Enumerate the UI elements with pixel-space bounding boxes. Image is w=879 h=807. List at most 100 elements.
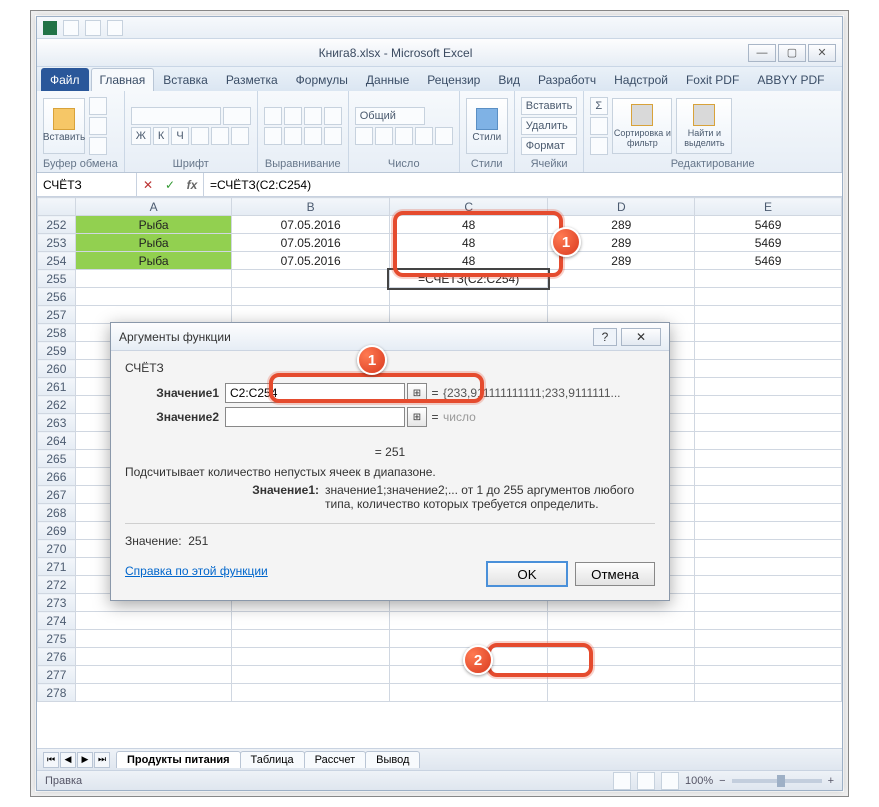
col-header-b[interactable]: B xyxy=(232,198,389,216)
cells-insert[interactable]: Вставить xyxy=(521,97,578,115)
formula-enter[interactable]: ✓ xyxy=(159,174,181,196)
qat-save[interactable] xyxy=(63,20,79,36)
active-cell[interactable]: =СЧЁТЗ(C2:C254) xyxy=(389,270,548,288)
tab-addins[interactable]: Надстрой xyxy=(605,68,677,91)
dialog-help-button[interactable]: ? xyxy=(593,328,617,346)
col-header-d[interactable]: D xyxy=(548,198,695,216)
ribbon-group-styles: Стили Стили xyxy=(460,91,515,172)
sort-filter[interactable]: Сортировка и фильтр xyxy=(612,98,672,154)
align-left[interactable] xyxy=(264,127,282,145)
copy-button[interactable] xyxy=(89,117,107,135)
dialog-titlebar[interactable]: Аргументы функции ? ✕ xyxy=(111,323,669,351)
sheet-tab-2[interactable]: Рассчет xyxy=(304,751,367,768)
align-top[interactable] xyxy=(264,107,282,125)
tab-formulas[interactable]: Формулы xyxy=(287,68,357,91)
cells-format[interactable]: Формат xyxy=(521,137,578,155)
minimize-button[interactable]: — xyxy=(748,44,776,62)
dialog-result-value: 251 xyxy=(188,534,208,548)
dec-decimal[interactable] xyxy=(435,127,453,145)
paste-button[interactable]: Вставить xyxy=(43,98,85,154)
sheet-tab-1[interactable]: Таблица xyxy=(240,751,305,768)
zoom-in[interactable]: + xyxy=(828,775,834,787)
tab-data[interactable]: Данные xyxy=(357,68,418,91)
sheet-nav-prev[interactable]: ◀ xyxy=(60,752,76,768)
cells-delete[interactable]: Удалить xyxy=(521,117,578,135)
formula-cancel[interactable]: ✕ xyxy=(137,174,159,196)
fill-color[interactable] xyxy=(211,127,229,145)
qat-undo[interactable] xyxy=(85,20,101,36)
close-button[interactable]: ✕ xyxy=(808,44,836,62)
arg1-row: Значение1 ⊞ = {233,911111111111;233,9111… xyxy=(125,383,655,403)
tab-foxit[interactable]: Foxit PDF xyxy=(677,68,748,91)
arg2-input[interactable] xyxy=(225,407,405,427)
zoom-level: 100% xyxy=(685,775,713,787)
col-header-c[interactable]: C xyxy=(389,198,548,216)
row-253[interactable]: 253Рыба07.05.2016482895469 xyxy=(38,234,842,252)
currency[interactable] xyxy=(355,127,373,145)
number-format[interactable]: Общий xyxy=(355,107,425,125)
view-normal[interactable] xyxy=(613,772,631,790)
cut-button[interactable] xyxy=(89,97,107,115)
underline-button[interactable]: Ч xyxy=(171,127,188,145)
font-family[interactable] xyxy=(131,107,221,125)
dialog-cancel-button[interactable]: Отмена xyxy=(575,562,655,586)
dialog-help-link[interactable]: Справка по этой функции xyxy=(125,564,268,578)
align-right[interactable] xyxy=(304,127,322,145)
annotation-badge-1: 1 xyxy=(551,227,581,257)
sheet-nav-first[interactable]: ⏮ xyxy=(43,752,59,768)
dialog-close-button[interactable]: ✕ xyxy=(621,328,661,346)
sheet-nav-last[interactable]: ⏭ xyxy=(94,752,110,768)
row-254[interactable]: 254Рыба07.05.2016482895469 xyxy=(38,252,842,270)
clear-button[interactable] xyxy=(590,137,608,155)
zoom-slider[interactable] xyxy=(732,779,822,783)
tab-developer[interactable]: Разработч xyxy=(529,68,605,91)
align-middle[interactable] xyxy=(284,107,302,125)
autosum[interactable]: Σ xyxy=(590,97,608,115)
tab-review[interactable]: Рецензир xyxy=(418,68,489,91)
sheet-nav-next[interactable]: ▶ xyxy=(77,752,93,768)
tab-file[interactable]: Файл xyxy=(41,68,89,91)
format-painter[interactable] xyxy=(89,137,107,155)
row-252[interactable]: 252Рыба07.05.2016482895469 xyxy=(38,216,842,234)
row-255[interactable]: 255=СЧЁТЗ(C2:C254) xyxy=(38,270,842,288)
fx-button[interactable]: fx xyxy=(181,174,203,196)
border-button[interactable] xyxy=(191,127,209,145)
tab-home[interactable]: Главная xyxy=(91,68,155,91)
name-box[interactable]: СЧЁТЗ xyxy=(37,173,137,196)
tab-abbyy[interactable]: ABBYY PDF xyxy=(748,68,833,91)
arg2-hint: число xyxy=(443,410,476,424)
bold-button[interactable]: Ж xyxy=(131,127,151,145)
sheet-tab-active[interactable]: Продукты питания xyxy=(116,751,241,768)
view-break[interactable] xyxy=(661,772,679,790)
align-center[interactable] xyxy=(284,127,302,145)
dialog-ok-button[interactable]: OK xyxy=(487,562,567,586)
find-select[interactable]: Найти и выделить xyxy=(676,98,732,154)
view-layout[interactable] xyxy=(637,772,655,790)
percent[interactable] xyxy=(375,127,393,145)
group-title-number: Число xyxy=(355,156,453,170)
tab-layout[interactable]: Разметка xyxy=(217,68,287,91)
inc-decimal[interactable] xyxy=(415,127,433,145)
maximize-button[interactable]: ▢ xyxy=(778,44,806,62)
arg1-ref-button[interactable]: ⊞ xyxy=(407,383,427,403)
formula-input[interactable]: =СЧЁТЗ(C2:C254) xyxy=(204,173,842,196)
arg1-input[interactable] xyxy=(225,383,405,403)
merge-cells[interactable] xyxy=(324,127,342,145)
wrap-text[interactable] xyxy=(324,107,342,125)
col-header-e[interactable]: E xyxy=(695,198,842,216)
select-all[interactable] xyxy=(38,198,76,216)
align-bottom[interactable] xyxy=(304,107,322,125)
styles-button[interactable]: Стили xyxy=(466,98,508,154)
zoom-out[interactable]: − xyxy=(719,775,725,787)
col-header-a[interactable]: A xyxy=(75,198,232,216)
font-size[interactable] xyxy=(223,107,251,125)
font-color[interactable] xyxy=(231,127,249,145)
fill-button[interactable] xyxy=(590,117,608,135)
comma[interactable] xyxy=(395,127,413,145)
tab-view[interactable]: Вид xyxy=(489,68,529,91)
italic-button[interactable]: К xyxy=(153,127,169,145)
qat-redo[interactable] xyxy=(107,20,123,36)
sheet-tab-3[interactable]: Вывод xyxy=(365,751,420,768)
arg2-ref-button[interactable]: ⊞ xyxy=(407,407,427,427)
tab-insert[interactable]: Вставка xyxy=(154,68,217,91)
